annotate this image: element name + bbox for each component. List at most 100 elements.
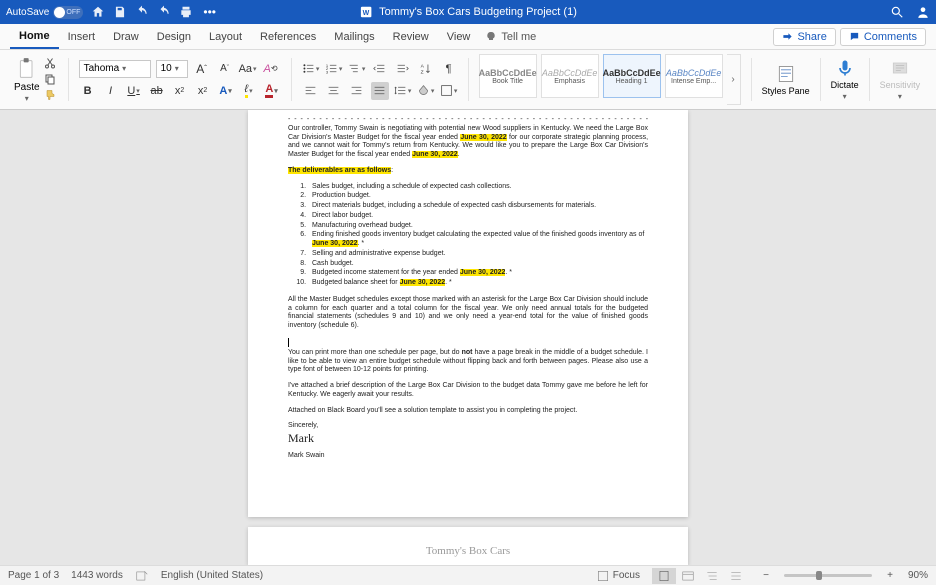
paragraph-notes: All the Master Budget schedules except t…: [288, 296, 648, 331]
tab-view[interactable]: View: [438, 24, 480, 49]
spellcheck-status[interactable]: [135, 569, 149, 583]
chevron-down-icon[interactable]: ▾: [25, 94, 29, 103]
svg-text:3: 3: [326, 69, 329, 74]
sort-button[interactable]: AZ: [417, 60, 435, 78]
tab-draw[interactable]: Draw: [104, 24, 148, 49]
cut-icon[interactable]: [44, 57, 56, 69]
search-icon[interactable]: [890, 5, 904, 19]
show-marks-button[interactable]: ¶: [440, 60, 458, 78]
increase-indent-button[interactable]: [394, 60, 412, 78]
ribbon: Paste ▾ Tahoma▾ 10▾ Aˆ Aˇ Aa▾ A⟲ B I U▾ …: [0, 50, 936, 110]
style-intense-emphasis[interactable]: AaBbCcDdEeIntense Emp...: [665, 54, 723, 98]
deliverable-item: Ending finished goods inventory budget c…: [308, 231, 648, 249]
paste-button[interactable]: Paste ▾: [14, 57, 40, 103]
titlebar-right: [890, 5, 930, 19]
underline-button[interactable]: U▾: [125, 82, 143, 100]
focus-mode-button[interactable]: Focus: [596, 569, 640, 583]
tab-layout[interactable]: Layout: [200, 24, 251, 49]
shrink-font-button[interactable]: Aˇ: [216, 60, 234, 78]
borders-button[interactable]: ▾: [440, 82, 458, 100]
web-layout-view[interactable]: [676, 568, 700, 584]
tab-mailings[interactable]: Mailings: [325, 24, 383, 49]
outline-view[interactable]: [700, 568, 724, 584]
subscript-button[interactable]: x2: [171, 82, 189, 100]
more-icon[interactable]: •••: [201, 5, 218, 19]
zoom-percent[interactable]: 90%: [908, 570, 928, 581]
deliverable-item: Direct labor budget.: [308, 212, 648, 221]
document-canvas[interactable]: - - - - - - - - - - - - - - - - - - - - …: [0, 110, 936, 565]
tab-home[interactable]: Home: [10, 24, 59, 49]
align-left-button[interactable]: [302, 82, 320, 100]
copy-icon[interactable]: [44, 73, 56, 85]
strikethrough-button[interactable]: ab: [148, 82, 166, 100]
superscript-button[interactable]: x2: [194, 82, 212, 100]
align-center-button[interactable]: [325, 82, 343, 100]
styles-more-button[interactable]: ›: [727, 54, 741, 105]
tab-review[interactable]: Review: [384, 24, 438, 49]
format-painter-icon[interactable]: [44, 89, 56, 101]
share-button[interactable]: Share: [773, 28, 835, 46]
paragraph-print: You can print more than one schedule per…: [288, 349, 648, 375]
change-case-button[interactable]: Aa▾: [239, 60, 257, 78]
style-heading-1[interactable]: AaBbCcDdEeHeading 1: [603, 54, 661, 98]
clear-formatting-button[interactable]: A⟲: [262, 60, 280, 78]
align-right-button[interactable]: [348, 82, 366, 100]
grow-font-button[interactable]: Aˆ: [193, 60, 211, 78]
style-emphasis[interactable]: AaBbCcDdEeEmphasis: [541, 54, 599, 98]
text-effects-button[interactable]: A▾: [217, 82, 235, 100]
undo-icon[interactable]: [135, 5, 149, 19]
draft-view[interactable]: [724, 568, 748, 584]
chevron-down-icon[interactable]: ▾: [843, 92, 847, 101]
autosave-toggle[interactable]: AutoSave OFF: [6, 6, 83, 19]
zoom-slider[interactable]: [784, 574, 872, 577]
tab-insert[interactable]: Insert: [59, 24, 105, 49]
closing: Sincerely,: [288, 422, 648, 431]
comments-button[interactable]: Comments: [840, 28, 926, 46]
deliverable-item: Direct materials budget, including a sch…: [308, 202, 648, 211]
font-size-select[interactable]: 10▾: [156, 60, 188, 78]
tab-references[interactable]: References: [251, 24, 325, 49]
italic-button[interactable]: I: [102, 82, 120, 100]
font-color-button[interactable]: A▾: [263, 82, 281, 100]
zoom-out-button[interactable]: −: [760, 570, 772, 581]
share-person-icon[interactable]: [916, 5, 930, 19]
autosave-state[interactable]: OFF: [53, 6, 83, 19]
bold-button[interactable]: B: [79, 82, 97, 100]
home-icon[interactable]: [91, 5, 105, 19]
deliverable-item: Production budget.: [308, 192, 648, 201]
word-count[interactable]: 1443 words: [71, 570, 123, 581]
dictate-button[interactable]: Dictate ▾: [825, 54, 865, 105]
language-status[interactable]: English (United States): [161, 570, 263, 581]
bullets-button[interactable]: ▾: [302, 60, 320, 78]
svg-text:W: W: [363, 10, 370, 17]
page-2[interactable]: Tommy's Box Cars: [248, 527, 688, 565]
focus-label: Focus: [613, 570, 640, 581]
page-1[interactable]: - - - - - - - - - - - - - - - - - - - - …: [248, 110, 688, 517]
print-icon[interactable]: [179, 5, 193, 19]
justify-button[interactable]: [371, 82, 389, 100]
deliverable-item: Budgeted balance sheet for June 30, 2022…: [308, 279, 648, 288]
tell-me-search[interactable]: Tell me: [479, 31, 542, 43]
page-count[interactable]: Page 1 of 3: [8, 570, 59, 581]
line-spacing-button[interactable]: ▾: [394, 82, 412, 100]
print-layout-view[interactable]: [652, 568, 676, 584]
svg-text:A: A: [421, 64, 425, 70]
redo-icon[interactable]: [157, 5, 171, 19]
dictate-label: Dictate: [831, 80, 859, 90]
zoom-slider-thumb[interactable]: [816, 571, 822, 580]
zoom-in-button[interactable]: +: [884, 570, 896, 581]
style-book-title[interactable]: AaBbCcDdEeBook Title: [479, 54, 537, 98]
decrease-indent-button[interactable]: [371, 60, 389, 78]
styles-group: AaBbCcDdEeBook Title AaBbCcDdEeEmphasis …: [473, 54, 747, 105]
tab-design[interactable]: Design: [148, 24, 200, 49]
deliverable-item: Sales budget, including a schedule of ex…: [308, 183, 648, 192]
bulb-icon: [485, 31, 497, 43]
highlight-color-button[interactable]: ℓ▾: [240, 82, 258, 100]
text-cursor: [288, 338, 289, 347]
save-icon[interactable]: [113, 5, 127, 19]
numbering-button[interactable]: 123▾: [325, 60, 343, 78]
multilevel-list-button[interactable]: ▾: [348, 60, 366, 78]
font-family-select[interactable]: Tahoma▾: [79, 60, 151, 78]
shading-button[interactable]: ▾: [417, 82, 435, 100]
styles-pane-button[interactable]: Styles Pane: [756, 54, 816, 105]
